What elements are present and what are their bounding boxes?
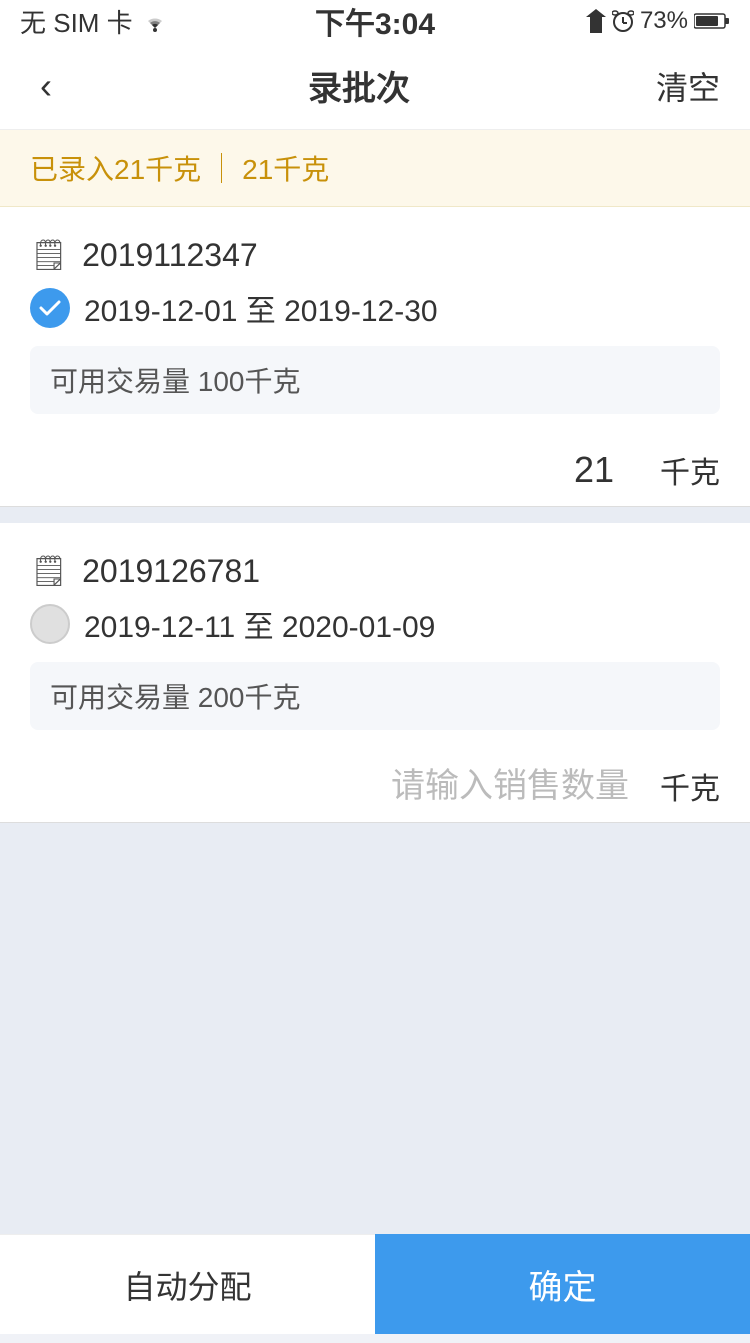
batch-1-header: 🗒 2019112347 <box>30 237 720 274</box>
batch-1-id: 2019112347 <box>82 237 258 274</box>
batch-1-radio[interactable] <box>30 288 70 328</box>
batch-2-available: 可用交易量 200千克 <box>30 662 720 730</box>
clear-button[interactable]: 清空 <box>656 63 720 109</box>
status-bar: 无 SIM 卡 下午3:04 73% <box>0 0 750 42</box>
info-banner: 已录入21千克 21千克 <box>0 130 750 207</box>
status-bar-time: 下午3:04 <box>315 0 435 43</box>
alarm-icon <box>612 9 634 33</box>
location-icon <box>586 9 606 33</box>
check-icon <box>39 300 61 316</box>
batch-item-2: 🗒 2019126781 2019-12-11 至 2020-01-09 可用交… <box>0 523 750 823</box>
batch-2-id: 2019126781 <box>82 553 260 590</box>
wifi-icon <box>141 10 169 32</box>
confirm-button[interactable]: 确定 <box>375 1234 750 1334</box>
batch-1-qty-value: 21 <box>574 449 614 491</box>
battery-percent: 73% <box>640 7 688 35</box>
status-bar-left: 无 SIM 卡 <box>20 3 169 40</box>
empty-content-area <box>0 823 750 1243</box>
qty-input-field[interactable] <box>344 767 644 806</box>
status-bar-right: 73% <box>586 7 730 35</box>
page-title: 录批次 <box>308 61 410 110</box>
batch-item-1: 🗒 2019112347 2019-12-01 至 2019-12-30 可用交… <box>0 207 750 507</box>
bottom-bar: 自动分配 确定 <box>0 1234 750 1334</box>
batch-2-input-row[interactable]: 千克 <box>0 750 750 823</box>
batch-1-available: 可用交易量 100千克 <box>30 346 720 414</box>
batch-1-date: 2019-12-01 至 2019-12-30 <box>84 286 438 330</box>
total-amount: 21千克 <box>242 148 329 188</box>
back-button[interactable]: ‹ <box>30 55 62 117</box>
section-separator <box>0 507 750 523</box>
batch-2-header: 🗒 2019126781 <box>30 553 720 590</box>
sim-status: 无 SIM 卡 <box>20 3 133 40</box>
auto-distribute-button[interactable]: 自动分配 <box>0 1234 375 1334</box>
batch-2-date: 2019-12-11 至 2020-01-09 <box>84 602 435 646</box>
banner-divider <box>221 153 222 183</box>
batch-1-unit: 千克 <box>660 448 720 492</box>
recorded-amount: 已录入21千克 <box>30 148 201 188</box>
batch-1-date-row[interactable]: 2019-12-01 至 2019-12-30 <box>30 286 720 330</box>
nav-bar: ‹ 录批次 清空 <box>0 42 750 130</box>
battery-icon <box>694 11 730 31</box>
batch-2-date-row[interactable]: 2019-12-11 至 2020-01-09 <box>30 602 720 646</box>
batch-1-qty-row: 21 千克 <box>0 434 750 507</box>
batch-1-doc-icon: 🗒 <box>30 238 68 273</box>
batch-2-radio[interactable] <box>30 604 70 644</box>
batch-2-doc-icon: 🗒 <box>30 554 68 589</box>
batch-2-unit: 千克 <box>660 764 720 808</box>
